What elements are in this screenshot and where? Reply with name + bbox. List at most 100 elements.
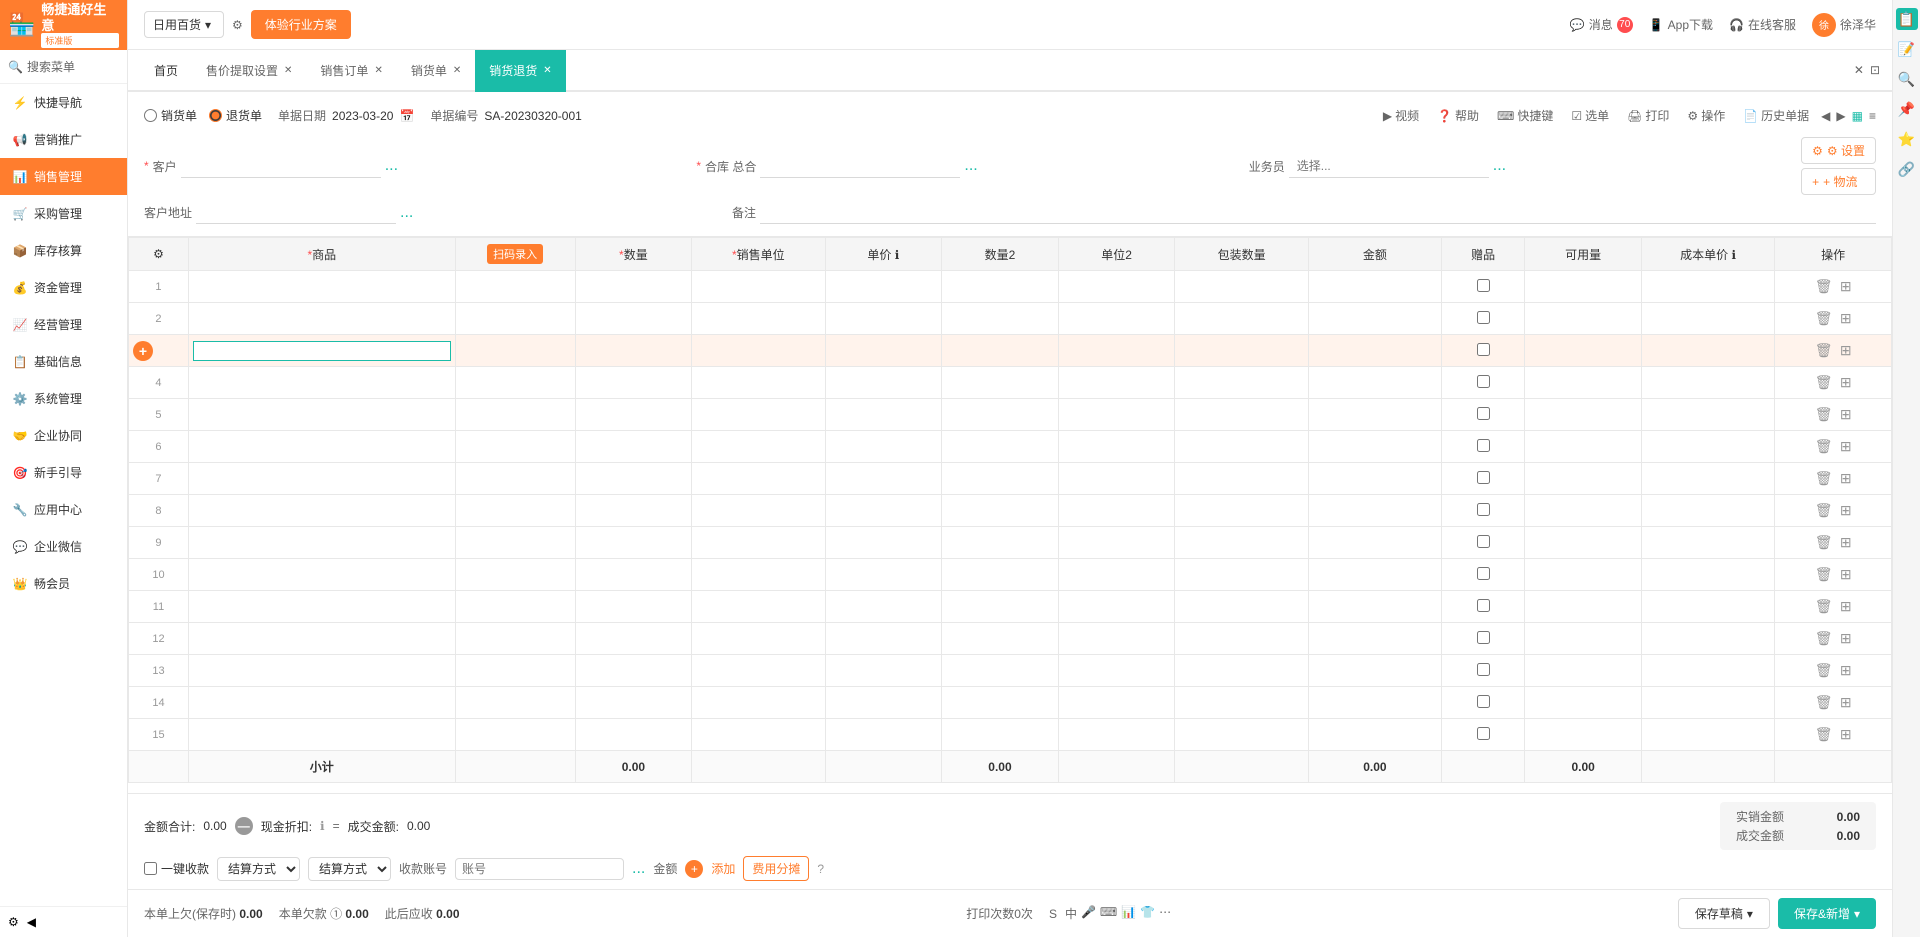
copy-row-btn[interactable]: ⊞ [1838,340,1854,361]
gift-checkbox[interactable] [1477,503,1490,516]
gift-checkbox[interactable] [1477,407,1490,420]
row-product[interactable] [188,367,455,399]
tab-sales-delivery-close[interactable]: ✕ [453,65,461,76]
delete-row-btn[interactable]: 🗑 [1813,276,1835,297]
scan-btn[interactable]: 扫码录入 [487,244,543,264]
add-row-button[interactable]: + [133,341,153,361]
sidebar-item-shortcuts[interactable]: ⚡ 快捷导航 [0,84,127,121]
list-view-icon[interactable]: ≡ [1869,109,1876,123]
row-product[interactable] [188,399,455,431]
gift-checkbox[interactable] [1477,471,1490,484]
delete-row-btn[interactable]: 🗑 [1813,532,1835,553]
settings-btn[interactable]: ⚙ ⚙ 设置 [1801,137,1876,164]
row-product[interactable] [188,335,455,367]
tab-price-setup-close[interactable]: ✕ [284,65,292,76]
sidebar-item-wechat[interactable]: 💬 企业微信 [0,528,127,565]
sidebar-item-marketing[interactable]: 📢 营销推广 [0,121,127,158]
copy-row-btn[interactable]: ⊞ [1838,436,1854,457]
sidebar-item-sales[interactable]: 📊 销售管理 [0,158,127,195]
industry-dropdown[interactable]: 日用百货 ▾ [144,11,224,38]
radio-return[interactable]: 退货单 [209,107,262,124]
more-icon[interactable]: ⋯ [1159,905,1171,922]
delete-row-btn[interactable]: 🗑 [1813,468,1835,489]
salesperson-select-btn[interactable]: ... [1493,157,1506,175]
settlement-select[interactable]: 结算方式 [217,857,300,881]
gift-checkbox[interactable] [1477,567,1490,580]
history-btn[interactable]: 📄 历史单据 [1737,104,1815,127]
delete-row-btn[interactable]: 🗑 [1813,564,1835,585]
right-panel-icon-4[interactable]: 📌 [1896,98,1918,120]
message-item[interactable]: 💬 消息 70 [1570,16,1633,33]
row-product[interactable] [188,719,455,751]
right-panel-icon-3[interactable]: 🔍 [1896,68,1918,90]
tab-close-all-icon[interactable]: ✕ [1854,63,1864,77]
copy-row-btn[interactable]: ⊞ [1838,404,1854,425]
copy-row-btn[interactable]: ⊞ [1838,468,1854,489]
right-panel-icon-5[interactable]: ⭐ [1896,128,1918,150]
save-new-button[interactable]: 保存&新增 ▾ [1778,898,1876,929]
sidebar-item-vip[interactable]: 👑 畅会员 [0,565,127,602]
minus-button[interactable]: — [235,817,253,835]
customer-input[interactable] [181,155,381,178]
delete-row-btn[interactable]: 🗑 [1813,308,1835,329]
sidebar-item-basics[interactable]: 📋 基础信息 [0,343,127,380]
gift-checkbox[interactable] [1477,727,1490,740]
sidebar-item-system[interactable]: ⚙️ 系统管理 [0,380,127,417]
fee-split-btn[interactable]: 费用分摊 [743,856,809,881]
calendar-icon[interactable]: 📅 [399,109,414,123]
tab-sales-delivery[interactable]: 销货单 ✕ [397,50,475,92]
settings-gear-icon[interactable]: ⚙ [232,18,243,32]
gift-checkbox[interactable] [1477,535,1490,548]
row-product[interactable] [188,271,455,303]
tab-sales-return[interactable]: 销货退货 ✕ [475,50,565,92]
tab-price-setup[interactable]: 售价提取设置 ✕ [192,50,306,92]
gift-checkbox[interactable] [1477,695,1490,708]
delete-row-btn[interactable]: 🗑 [1813,404,1835,425]
sidebar-item-enterprise[interactable]: 🤝 企业协同 [0,417,127,454]
settings-bottom-icon[interactable]: ⚙ [8,915,19,929]
right-panel-icon-2[interactable]: 📝 [1896,38,1918,60]
account-select[interactable]: 结算方式 [308,857,391,881]
gift-checkbox[interactable] [1477,599,1490,612]
copy-row-btn[interactable]: ⊞ [1838,564,1854,585]
salesperson-input[interactable] [1289,155,1489,178]
sidebar-item-purchase[interactable]: 🛒 采购管理 [0,195,127,232]
gift-checkbox[interactable] [1477,375,1490,388]
gift-checkbox[interactable] [1477,439,1490,452]
mic-icon[interactable]: 🎤 [1081,905,1096,922]
table-icon[interactable]: 📊 [1121,905,1136,922]
copy-row-btn[interactable]: ⊞ [1838,628,1854,649]
sidebar-item-apps[interactable]: 🔧 应用中心 [0,491,127,528]
row-product[interactable] [188,591,455,623]
delete-row-btn[interactable]: 🗑 [1813,372,1835,393]
row-product[interactable] [188,495,455,527]
copy-row-btn[interactable]: ⊞ [1838,308,1854,329]
row-product[interactable] [188,655,455,687]
delete-row-btn[interactable]: 🗑 [1813,500,1835,521]
tab-home[interactable]: 首页 [140,50,192,92]
copy-row-btn[interactable]: ⊞ [1838,500,1854,521]
copy-row-btn[interactable]: ⊞ [1838,596,1854,617]
sidebar-item-operations[interactable]: 📈 经营管理 [0,306,127,343]
delete-row-btn[interactable]: 🗑 [1813,340,1835,361]
delete-row-btn[interactable]: 🗑 [1813,596,1835,617]
help-btn[interactable]: ❓ 帮助 [1431,104,1485,127]
save-draft-button[interactable]: 保存草稿 ▾ [1678,898,1770,929]
zhong-icon[interactable]: 中 [1065,905,1077,922]
delete-row-btn[interactable]: 🗑 [1813,660,1835,681]
collapse-icon[interactable]: ◀ [27,915,36,929]
row-product[interactable] [188,559,455,591]
prev-record-icon[interactable]: ◀ [1821,109,1830,123]
user-item[interactable]: 徐 徐泽华 [1812,13,1876,37]
remark-input[interactable] [760,201,1876,224]
row-product[interactable] [188,303,455,335]
row-product[interactable] [188,623,455,655]
copy-row-btn[interactable]: ⊞ [1838,660,1854,681]
copy-row-btn[interactable]: ⊞ [1838,276,1854,297]
radio-sales-delivery[interactable]: 销货单 [144,107,197,124]
tab-sales-order-close[interactable]: ✕ [374,65,382,76]
address-select-btn[interactable]: ... [400,204,413,222]
shortcuts-btn[interactable]: ⌨ 快捷键 [1491,104,1559,127]
gift-checkbox[interactable] [1477,663,1490,676]
warehouse-input[interactable] [760,155,960,178]
